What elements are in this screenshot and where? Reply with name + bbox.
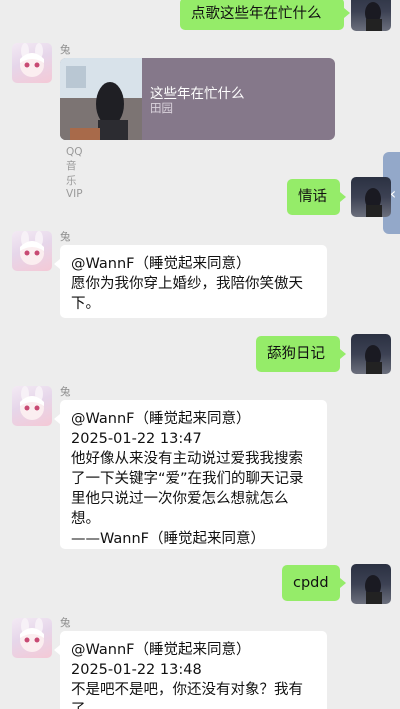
message-line: 了 — [71, 700, 316, 709]
song-artist: 田园 — [150, 101, 173, 115]
sender-avatar[interactable] — [12, 386, 52, 426]
message-bubble[interactable]: @WannF（睡觉起来同意） 2025-01-22 13:47 他好像从来没有主… — [60, 400, 327, 549]
sender-avatar[interactable] — [12, 43, 52, 83]
message-bubble[interactable]: 点歌这些年在忙什么 — [180, 0, 344, 30]
message-text: 点歌这些年在忙什么 — [191, 6, 322, 22]
sender-avatar[interactable] — [12, 618, 52, 658]
message-line: 里他只说过一次你爱怎么想就怎么 — [71, 491, 289, 507]
message-bubble[interactable]: @WannF（睡觉起来同意） 2025-01-22 13:48 不是吧不是吧，你… — [60, 631, 327, 709]
album-cover — [60, 58, 142, 140]
message-bubble[interactable]: 舔狗日记 — [256, 336, 340, 372]
message-line: 2025-01-22 13:47 — [71, 431, 202, 447]
self-avatar[interactable] — [351, 564, 391, 604]
message-bubble[interactable]: cpdd — [282, 565, 340, 601]
message-line: 下。 — [71, 296, 100, 312]
message-text: cpdd — [293, 575, 329, 591]
message-line: 了一下关键字“爱”在我们的聊天记录 — [71, 471, 304, 487]
message-text: 情话 — [298, 189, 327, 205]
message-line: @WannF（睡觉起来同意） — [71, 256, 251, 272]
self-avatar[interactable] — [351, 334, 391, 374]
message-bubble[interactable]: @WannF（睡觉起来同意） 愿你为我你穿上婚纱，我陪你笑傲天 下。 — [60, 245, 327, 318]
song-title: 这些年在忙什么 — [150, 86, 245, 102]
self-avatar[interactable] — [351, 0, 391, 31]
message-line: 2025-01-22 13:48 — [71, 662, 202, 678]
music-card[interactable]: 这些年在忙什么 田园 — [60, 58, 335, 140]
message-line: 愿你为我你穿上婚纱，我陪你笑傲天 — [71, 276, 303, 292]
message-bubble[interactable]: 情话 — [287, 179, 340, 215]
message-line: @WannF（睡觉起来同意） — [71, 642, 251, 658]
message-text: 舔狗日记 — [267, 346, 325, 362]
message-line: 不是吧不是吧，你还没有对象？我有 — [71, 682, 303, 698]
message-line: 他好像从来没有主动说过爱我我搜索 — [71, 451, 303, 467]
sender-avatar[interactable] — [12, 231, 52, 271]
self-avatar[interactable] — [351, 177, 391, 217]
message-line: @WannF（睡觉起来同意） — [71, 411, 251, 427]
message-line: ——WannF（睡觉起来同意） — [71, 531, 266, 547]
message-line: 想。 — [71, 511, 100, 527]
music-source: QQ音乐 VIP — [66, 146, 83, 200]
